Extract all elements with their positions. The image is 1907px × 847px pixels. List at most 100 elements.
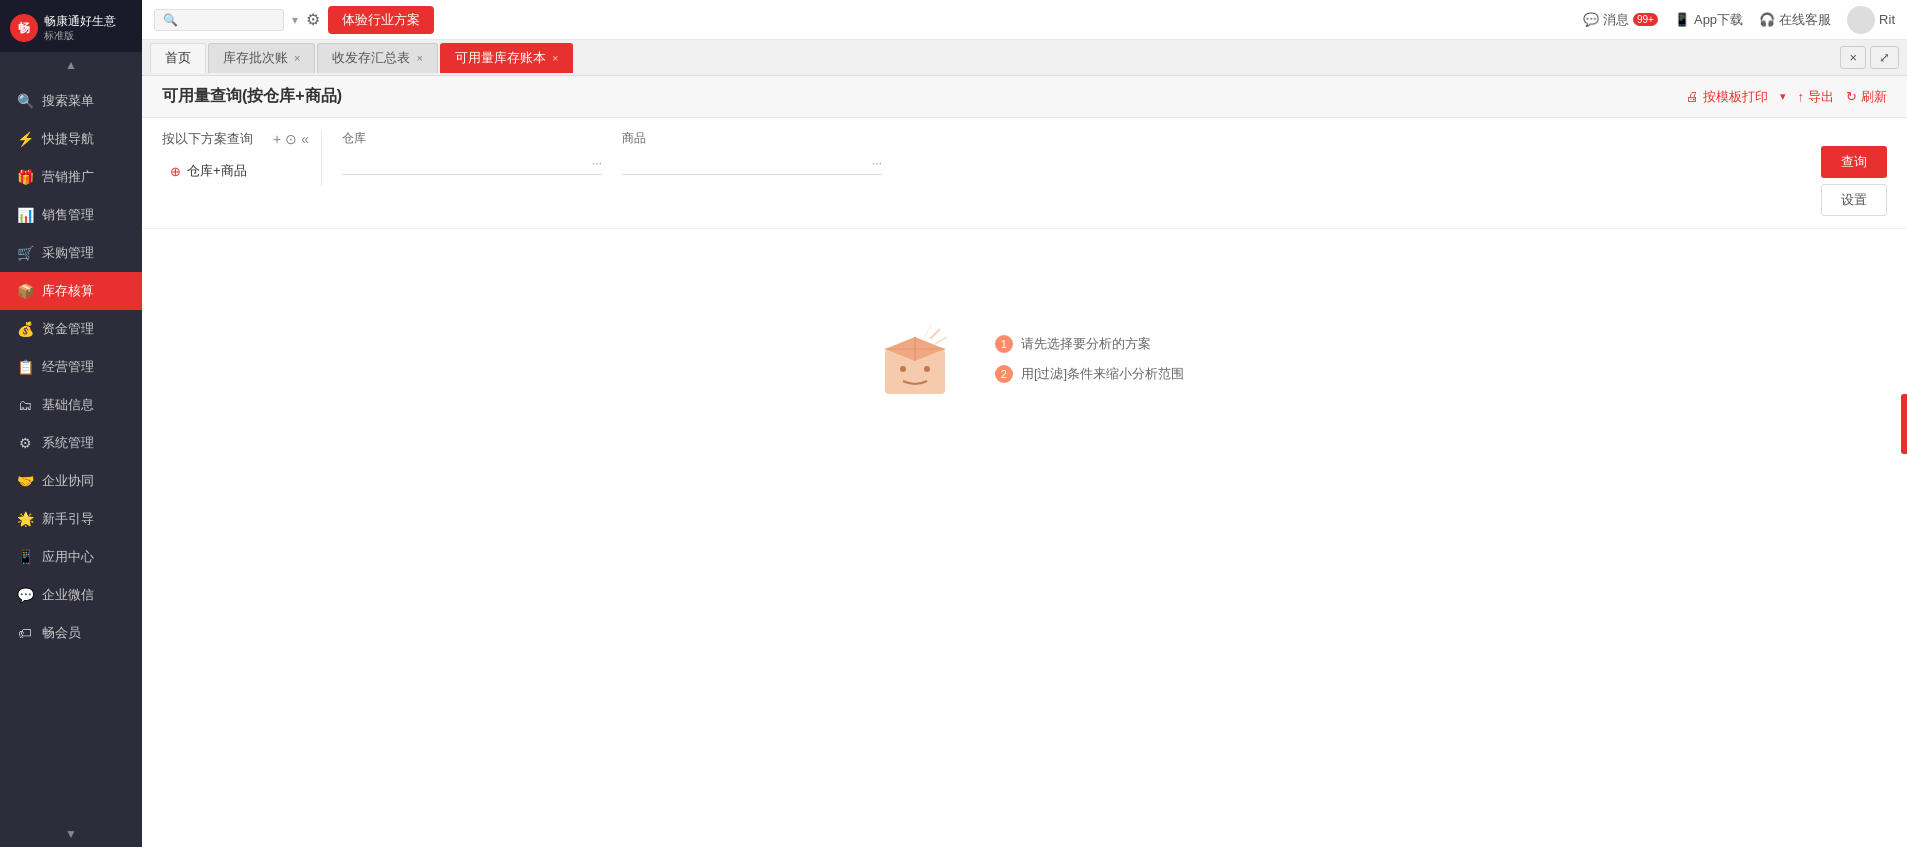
sidebar-item-cooperation[interactable]: 🤝 企业协同	[0, 462, 142, 500]
headset-icon: 🎧	[1759, 12, 1775, 27]
sidebar-item-inventory[interactable]: 📦 库存核算	[0, 272, 142, 310]
topbar-search-box: 🔍	[154, 9, 284, 31]
filter-schemes-panel: 按以下方案查询 + ⊙ « ⊕ 仓库+商品	[162, 130, 322, 186]
app-edition: 标准版	[44, 29, 116, 43]
page-header: 可用量查询(按仓库+商品) 🖨 按模板打印 ▾ ↑ 导出 ↻ 刷新	[142, 76, 1907, 118]
empty-hints: 1 请先选择要分析的方案 2 用[过滤]条件来缩小分析范围	[995, 335, 1184, 383]
sidebar-item-wechat[interactable]: 💬 企业微信	[0, 576, 142, 614]
sidebar-item-search[interactable]: 🔍 搜索菜单	[0, 82, 142, 120]
tab-available-ledger[interactable]: 可用量库存账本 ×	[440, 43, 573, 73]
app-title: 畅康通好生意	[44, 13, 116, 30]
guide-icon: 🌟	[16, 511, 34, 527]
purchase-icon: 🛒	[16, 245, 34, 261]
sidebar-item-operation[interactable]: 📋 经营管理	[0, 348, 142, 386]
scheme-add-button[interactable]: +	[273, 131, 281, 147]
member-icon: 🏷	[16, 625, 34, 641]
sidebar-scroll-down[interactable]: ▼	[0, 821, 142, 847]
right-scroll-indicator	[1901, 394, 1907, 454]
filter-schemes-header: 按以下方案查询 + ⊙ «	[162, 130, 309, 148]
sidebar-item-purchase[interactable]: 🛒 采购管理	[0, 234, 142, 272]
scheme-item-icon: ⊕	[170, 164, 181, 179]
svg-point-5	[924, 366, 930, 372]
online-service-button[interactable]: 🎧 在线客服	[1759, 11, 1831, 29]
hint-num-1: 1	[995, 335, 1013, 353]
export-icon: ↑	[1798, 89, 1805, 104]
empty-hint-1: 1 请先选择要分析的方案	[995, 335, 1184, 353]
goods-more-button[interactable]: ···	[872, 156, 882, 170]
finance-icon: 💰	[16, 321, 34, 337]
sidebar-header: 畅 畅康通好生意 标准版	[0, 0, 142, 52]
user-area[interactable]: Rit	[1847, 6, 1895, 34]
print-dropdown-icon[interactable]: ▾	[1780, 90, 1786, 103]
refresh-button[interactable]: ↻ 刷新	[1846, 88, 1887, 106]
page-actions: 🖨 按模板打印 ▾ ↑ 导出 ↻ 刷新	[1686, 88, 1888, 106]
app-download-button[interactable]: 📱 App下载	[1674, 11, 1743, 29]
topbar: 🔍 ▾ ⚙ 体验行业方案 💬 消息 99+ 📱 App下载 🎧 在线客服 Rit	[142, 0, 1907, 40]
query-buttons-area: 查询 设置	[1821, 130, 1887, 216]
print-icon: 🖨	[1686, 89, 1699, 104]
topbar-dropdown-button[interactable]: ▾	[292, 13, 298, 27]
topbar-settings-button[interactable]: ⚙	[306, 10, 320, 29]
sidebar: 畅 畅康通好生意 标准版 ▲ 🔍 搜索菜单 ⚡ 快捷导航 🎁 营销推广 📊 销售…	[0, 0, 142, 847]
inventory-icon: 📦	[16, 283, 34, 299]
goods-input[interactable]	[622, 155, 868, 170]
page-content: 可用量查询(按仓库+商品) 🖨 按模板打印 ▾ ↑ 导出 ↻ 刷新	[142, 76, 1907, 847]
tab-close-button[interactable]: ×	[1840, 46, 1866, 69]
tab-batch-ledger-close[interactable]: ×	[294, 52, 300, 64]
tab-maximize-button[interactable]: ⤢	[1870, 46, 1899, 69]
print-template-button[interactable]: 🖨 按模板打印	[1686, 88, 1768, 106]
sales-icon: 📊	[16, 207, 34, 223]
sidebar-item-appcenter[interactable]: 📱 应用中心	[0, 538, 142, 576]
marketing-icon: 🎁	[16, 169, 34, 185]
scheme-collapse-button[interactable]: «	[301, 131, 309, 147]
tabs-bar: 首页 库存批次账 × 收发存汇总表 × 可用量库存账本 × × ⤢	[142, 40, 1907, 76]
sidebar-item-marketing[interactable]: 🎁 营销推广	[0, 158, 142, 196]
user-avatar	[1847, 6, 1875, 34]
main-wrapper: 🔍 ▾ ⚙ 体验行业方案 💬 消息 99+ 📱 App下载 🎧 在线客服 Rit	[142, 0, 1907, 847]
warehouse-more-button[interactable]: ···	[592, 156, 602, 170]
topbar-search-icon: 🔍	[163, 13, 178, 27]
hint-num-2: 2	[995, 365, 1013, 383]
search-icon: 🔍	[16, 93, 34, 109]
filter-field-warehouse-input-area: ···	[342, 151, 602, 175]
message-badge: 99+	[1633, 13, 1658, 26]
appcenter-icon: 📱	[16, 549, 34, 565]
warehouse-input[interactable]	[342, 155, 588, 170]
tab-batch-ledger[interactable]: 库存批次账 ×	[208, 43, 315, 73]
empty-illustration	[865, 309, 965, 409]
topbar-search-input[interactable]	[182, 13, 272, 27]
tabs-bar-right: × ⤢	[1840, 46, 1899, 69]
tab-receipt-summary[interactable]: 收发存汇总表 ×	[317, 43, 437, 73]
sidebar-item-member[interactable]: 🏷 畅会员	[0, 614, 142, 652]
filter-field-goods-input-area: ···	[622, 151, 882, 175]
scheme-settings-button[interactable]: ⊙	[285, 131, 297, 147]
user-name: Rit	[1879, 12, 1895, 27]
sidebar-scroll-up[interactable]: ▲	[0, 52, 142, 78]
sidebar-nav: 🔍 搜索菜单 ⚡ 快捷导航 🎁 营销推广 📊 销售管理 🛒 采购管理 📦 库存核…	[0, 78, 142, 821]
sidebar-item-finance[interactable]: 💰 资金管理	[0, 310, 142, 348]
svg-line-6	[930, 329, 940, 339]
export-button[interactable]: ↑ 导出	[1798, 88, 1835, 106]
message-button[interactable]: 💬 消息 99+	[1583, 11, 1658, 29]
sidebar-item-system[interactable]: ⚙ 系统管理	[0, 424, 142, 462]
tab-available-ledger-close[interactable]: ×	[552, 52, 558, 64]
query-button[interactable]: 查询	[1821, 146, 1887, 178]
scheme-item-warehouse-goods[interactable]: ⊕ 仓库+商品	[162, 156, 309, 186]
sidebar-item-guide[interactable]: 🌟 新手引导	[0, 500, 142, 538]
quicknav-icon: ⚡	[16, 131, 34, 147]
system-icon: ⚙	[16, 435, 34, 451]
refresh-icon: ↻	[1846, 89, 1857, 104]
sidebar-item-basic[interactable]: 🗂 基础信息	[0, 386, 142, 424]
sidebar-item-quicknav[interactable]: ⚡ 快捷导航	[0, 120, 142, 158]
tab-home[interactable]: 首页	[150, 43, 206, 73]
trial-industry-button[interactable]: 体验行业方案	[328, 6, 434, 34]
wechat-icon: 💬	[16, 587, 34, 603]
svg-point-4	[900, 366, 906, 372]
sidebar-item-sales[interactable]: 📊 销售管理	[0, 196, 142, 234]
settings-button[interactable]: 设置	[1821, 184, 1887, 216]
svg-line-7	[935, 337, 947, 344]
operation-icon: 📋	[16, 359, 34, 375]
page-title: 可用量查询(按仓库+商品)	[162, 86, 342, 107]
tab-receipt-summary-close[interactable]: ×	[416, 52, 422, 64]
svg-line-8	[925, 324, 931, 336]
